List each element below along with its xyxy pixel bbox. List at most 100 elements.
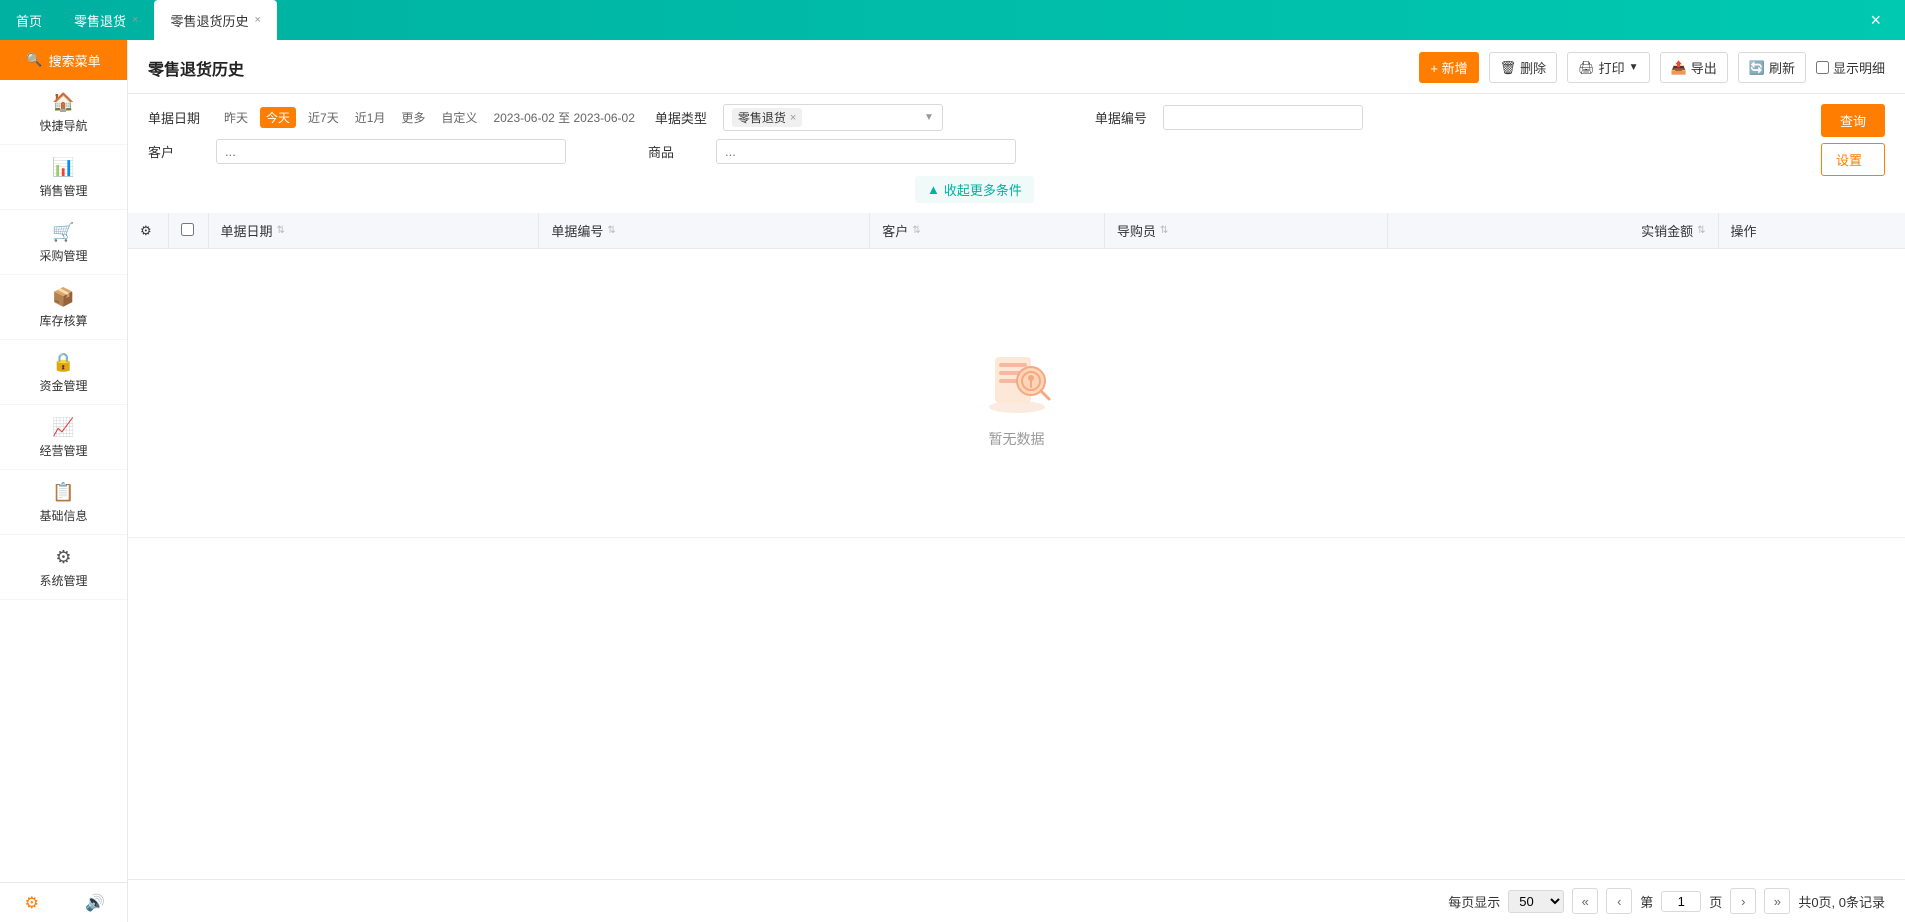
home-icon: 🏠 xyxy=(52,92,74,113)
date-opt-last7[interactable]: 近7天 xyxy=(304,108,343,127)
th-bill-no-label: 单据编号 xyxy=(551,221,603,240)
bill-type-filter-field: 单据类型 零售退货 × ▼ xyxy=(655,104,1075,131)
filter-row-1: 单据日期 昨天 今天 近7天 近1月 更多 自定义 2023-06-02 至 2… xyxy=(148,104,1801,131)
toolbar-actions: + 新增 🗑 删除 🖨 打印 ▼ 📤 导出 🔄 xyxy=(1419,52,1885,83)
select-all-checkbox[interactable] xyxy=(181,223,194,236)
export-button[interactable]: 📤 导出 xyxy=(1660,52,1728,83)
customer-input[interactable] xyxy=(216,139,566,164)
th-amount-label: 实销金额 xyxy=(1641,221,1693,240)
next-page-button[interactable]: › xyxy=(1730,888,1756,914)
show-detail-label: 显示明细 xyxy=(1833,58,1885,77)
th-settings[interactable]: ⚙ xyxy=(128,213,168,249)
data-table: ⚙ 单据日期 ⇅ 单据编号 xyxy=(128,213,1905,538)
sidebar-item-basic-info[interactable]: 📋 基础信息 xyxy=(0,470,127,535)
sidebar-item-system-mgmt[interactable]: ⚙ 系统管理 xyxy=(0,535,127,600)
th-amount[interactable]: 实销金额 ⇅ xyxy=(1387,213,1718,249)
sidebar-settings-button[interactable]: ⚙ xyxy=(0,883,64,922)
tab-home[interactable]: 首页 xyxy=(0,0,58,40)
sidebar-sound-button[interactable]: 🔊 xyxy=(64,883,128,922)
page-title: 零售退货历史 xyxy=(148,56,244,80)
show-detail-checkbox[interactable] xyxy=(1816,61,1829,74)
page-size-select[interactable]: 20 50 100 xyxy=(1508,890,1564,913)
bill-type-tag-close[interactable]: × xyxy=(790,112,796,124)
prev-page-button[interactable]: ‹ xyxy=(1606,888,1632,914)
bill-type-select[interactable]: 零售退货 × ▼ xyxy=(723,104,943,131)
date-options: 昨天 今天 近7天 近1月 更多 自定义 xyxy=(220,107,481,128)
show-detail-checkbox-label[interactable]: 显示明细 xyxy=(1816,58,1885,77)
top-bar: 首页 零售退货 × 零售退货历史 × × xyxy=(0,0,1905,40)
th-checkbox[interactable] xyxy=(168,213,208,249)
bill-number-input[interactable] xyxy=(1163,105,1363,130)
search-icon: 🔍 xyxy=(26,52,42,68)
table-body: 暂无数据 xyxy=(128,249,1905,538)
delete-button[interactable]: 🗑 删除 xyxy=(1489,52,1558,83)
th-bill-date[interactable]: 单据日期 ⇅ xyxy=(208,213,539,249)
date-opt-custom[interactable]: 自定义 xyxy=(437,108,481,127)
tab-retail-return-history-close[interactable]: × xyxy=(254,14,260,26)
tab-retail-return[interactable]: 零售退货 × xyxy=(58,0,154,40)
print-button[interactable]: 🖨 打印 ▼ xyxy=(1567,52,1649,83)
filter-row-2: 客户 商品 xyxy=(148,139,1801,164)
tab-retail-return-history[interactable]: 零售退货历史 × xyxy=(154,0,276,40)
refresh-button[interactable]: 🔄 刷新 xyxy=(1738,52,1806,83)
bill-number-label: 单据编号 xyxy=(1095,108,1155,127)
sidebar-item-quick-nav[interactable]: 🏠 快捷导航 xyxy=(0,80,127,145)
filter-settings-button[interactable]: 设置 xyxy=(1821,143,1885,176)
sidebar-item-sales-label: 销售管理 xyxy=(39,182,87,199)
date-opt-last1month[interactable]: 近1月 xyxy=(351,108,390,127)
th-guide[interactable]: 导购员 ⇅ xyxy=(1104,213,1387,249)
sidebar-item-inventory-label: 库存核算 xyxy=(39,312,87,329)
page-prefix: 第 xyxy=(1640,892,1653,911)
sidebar-search[interactable]: 🔍 搜索菜单 xyxy=(0,40,127,80)
amount-sort-icon: ⇅ xyxy=(1697,225,1705,236)
goods-input[interactable] xyxy=(716,139,1016,164)
date-opt-more[interactable]: 更多 xyxy=(397,108,429,127)
customer-sort-icon: ⇅ xyxy=(912,225,920,236)
date-filter-label: 单据日期 xyxy=(148,108,208,127)
last-page-button[interactable]: » xyxy=(1764,888,1790,914)
tab-list: 首页 零售退货 × 零售退货历史 × xyxy=(0,0,1862,40)
th-bill-date-label: 单据日期 xyxy=(221,221,273,240)
th-bill-no[interactable]: 单据编号 ⇅ xyxy=(539,213,870,249)
sidebar-item-capital-label: 资金管理 xyxy=(39,377,87,394)
th-customer[interactable]: 客户 ⇅ xyxy=(870,213,1105,249)
customer-filter-field: 客户 xyxy=(148,139,628,164)
print-icon: 🖨 xyxy=(1578,60,1595,76)
date-opt-today[interactable]: 今天 xyxy=(260,107,296,128)
sales-icon: 📊 xyxy=(52,157,74,178)
content-area: 零售退货历史 + 新增 🗑 删除 🖨 打印 ▼ 📤 导出 xyxy=(128,40,1905,922)
table-header: ⚙ 单据日期 ⇅ 单据编号 xyxy=(128,213,1905,249)
purchase-icon: 🛒 xyxy=(52,222,74,243)
date-range-display: 2023-06-02 至 2023-06-02 xyxy=(493,109,634,126)
sidebar-item-capital-mgmt[interactable]: 🔒 资金管理 xyxy=(0,340,127,405)
customer-label: 客户 xyxy=(148,142,208,161)
th-action: 操作 xyxy=(1718,213,1905,249)
export-label: 导出 xyxy=(1691,58,1717,77)
tab-retail-return-close[interactable]: × xyxy=(132,14,138,26)
column-settings-icon[interactable]: ⚙ xyxy=(140,223,152,238)
th-action-label: 操作 xyxy=(1731,224,1757,239)
print-arrow-icon: ▼ xyxy=(1629,62,1639,73)
sidebar-item-inventory-mgmt[interactable]: 📦 库存核算 xyxy=(0,275,127,340)
app-close-button[interactable]: × xyxy=(1862,10,1889,31)
bill-type-select-arrow: ▼ xyxy=(924,112,934,123)
current-page-input[interactable] xyxy=(1661,891,1701,912)
new-button[interactable]: + 新增 xyxy=(1419,52,1478,83)
sidebar-item-purchase-mgmt[interactable]: 🛒 采购管理 xyxy=(0,210,127,275)
bill-date-sort-icon: ⇅ xyxy=(277,225,285,236)
collapse-icon: ▲ xyxy=(927,182,940,197)
refresh-label: 刷新 xyxy=(1769,58,1795,77)
basic-info-icon: 📋 xyxy=(52,482,74,503)
first-page-button[interactable]: « xyxy=(1572,888,1598,914)
capital-icon: 🔒 xyxy=(52,352,74,373)
table-container: ⚙ 单据日期 ⇅ 单据编号 xyxy=(128,213,1905,879)
delete-label: 删除 xyxy=(1520,58,1546,77)
query-button[interactable]: 查询 xyxy=(1821,104,1885,137)
tab-retail-return-label: 零售退货 xyxy=(74,11,126,30)
sidebar-item-operations-mgmt[interactable]: 📈 经营管理 xyxy=(0,405,127,470)
delete-icon: 🗑 xyxy=(1500,60,1517,76)
date-opt-yesterday[interactable]: 昨天 xyxy=(220,108,252,127)
sidebar-item-sales-mgmt[interactable]: 📊 销售管理 xyxy=(0,145,127,210)
collapse-filter-button[interactable]: ▲ 收起更多条件 xyxy=(915,176,1034,203)
operations-icon: 📈 xyxy=(52,417,74,438)
